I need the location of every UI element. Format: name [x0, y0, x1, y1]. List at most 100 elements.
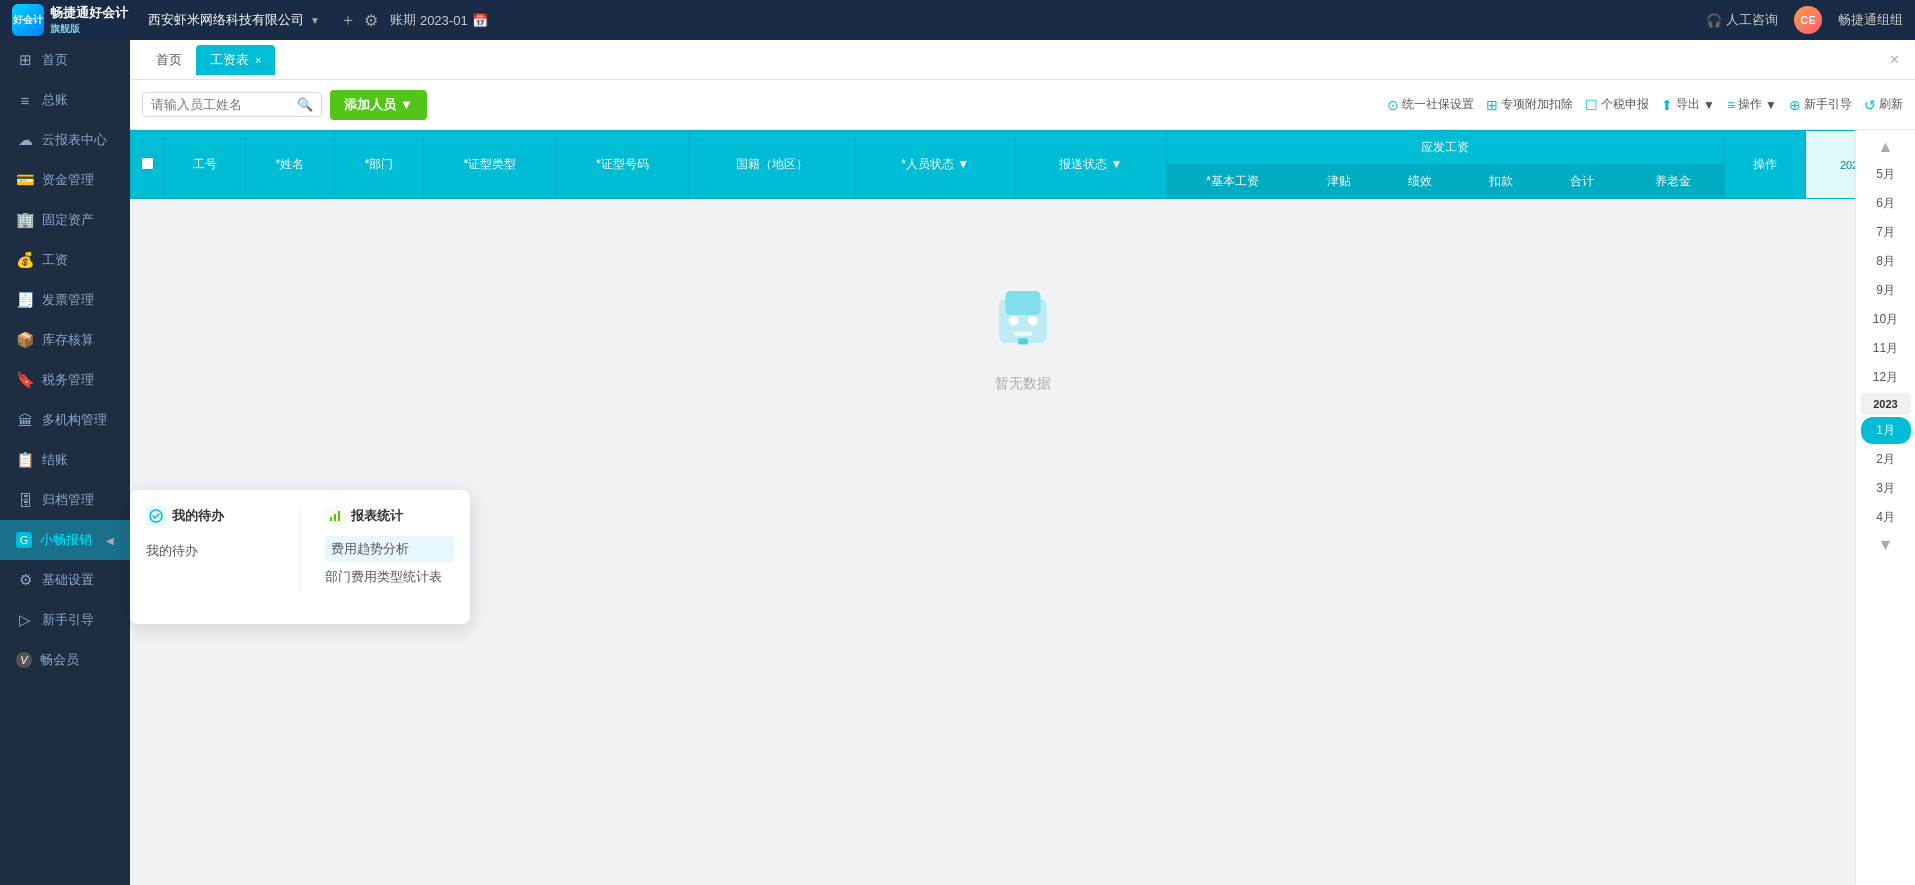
- fixed-asset-icon: 🏢: [16, 211, 34, 229]
- export-action[interactable]: ⬆ 导出 ▼: [1661, 96, 1715, 113]
- toolbar-actions: ⊙ 统一社保设置 ⊞ 专项附加扣除 ☐ 个税申报 ⬆ 导出 ▼: [1387, 96, 1903, 113]
- th-operate: 操作: [1724, 131, 1805, 199]
- month-5[interactable]: 5月: [1861, 161, 1911, 188]
- popup-item-dept-stats[interactable]: 部门费用类型统计表: [325, 562, 455, 592]
- popup-divider: [300, 506, 301, 592]
- sidebar-item-member[interactable]: V 畅会员: [0, 640, 130, 680]
- sidebar-item-xiaochang[interactable]: G 小畅报销 ◀: [0, 520, 130, 560]
- sidebar-item-label: 小畅报销: [40, 531, 92, 549]
- svg-rect-5: [1018, 338, 1028, 344]
- social-insurance-action[interactable]: ⊙ 统一社保设置: [1387, 96, 1474, 113]
- social-insurance-icon: ⊙: [1387, 97, 1399, 113]
- sidebar-item-multi-org[interactable]: 🏛 多机构管理: [0, 400, 130, 440]
- ledger-icon: ≡: [16, 92, 34, 109]
- tax-icon: 🔖: [16, 371, 34, 389]
- month-8[interactable]: 8月: [1861, 248, 1911, 275]
- th-nationality: 国籍（地区）: [688, 131, 855, 199]
- sidebar-item-label: 基础设置: [42, 571, 94, 589]
- th-allowance: 津贴: [1299, 165, 1380, 199]
- search-box[interactable]: 🔍: [142, 92, 322, 117]
- special-deduct-action[interactable]: ⊞ 专项附加扣除: [1486, 96, 1573, 113]
- sidebar-item-label: 多机构管理: [42, 411, 107, 429]
- popup-item-pending[interactable]: 我的待办: [146, 536, 276, 566]
- export-icon: ⬆: [1661, 97, 1673, 113]
- sidebar-item-label: 库存核算: [42, 331, 94, 349]
- sidebar-item-home[interactable]: ⊞ 首页: [0, 40, 130, 80]
- month-4[interactable]: 4月: [1861, 504, 1911, 531]
- th-emp-no: 工号: [165, 131, 246, 199]
- period-area: 账期 2023-01 📅: [390, 11, 488, 29]
- tab-close-icon[interactable]: ×: [255, 54, 261, 66]
- toolbar: 🔍 添加人员 ▼ ⊙ 统一社保设置 ⊞ 专项附加扣除 ☐: [130, 80, 1915, 130]
- add-person-button[interactable]: 添加人员 ▼: [330, 90, 427, 120]
- empty-text: 暂无数据: [995, 375, 1051, 393]
- month-6[interactable]: 6月: [1861, 190, 1911, 217]
- pending-section-icon: [146, 506, 166, 526]
- select-all-checkbox[interactable]: [141, 157, 154, 170]
- th-checkbox[interactable]: [131, 131, 165, 199]
- sidebar-item-label: 新手引导: [42, 611, 94, 629]
- operate-action[interactable]: ≡ 操作 ▼: [1727, 96, 1777, 113]
- top-bar: 好会计 畅捷通好会计 旗舰版 西安虾米网络科技有限公司 ▼ ＋ ⚙ 账期 202…: [0, 0, 1915, 40]
- month-12[interactable]: 12月: [1861, 364, 1911, 391]
- headset-icon: 🎧: [1706, 13, 1722, 28]
- svg-rect-7: [330, 517, 332, 521]
- calendar-icon[interactable]: 📅: [472, 13, 488, 28]
- tax-report-icon: ☐: [1585, 97, 1598, 113]
- sidebar-item-label: 云报表中心: [42, 131, 107, 149]
- sidebar-item-inventory[interactable]: 📦 库存核算: [0, 320, 130, 360]
- settings-icon[interactable]: ⚙: [364, 11, 378, 30]
- content-area: 首页 工资表 × × 🔍 添加人员 ▼: [130, 40, 1915, 885]
- sidebar-item-label: 首页: [42, 51, 68, 69]
- sidebar-item-guide[interactable]: ▷ 新手引导: [0, 600, 130, 640]
- month-up-nav[interactable]: ▲: [1874, 134, 1898, 160]
- export-label: 导出: [1676, 96, 1700, 113]
- sidebar-item-archive[interactable]: 🗄 归档管理: [0, 480, 130, 520]
- th-report-status: 报送状态 ▼: [1015, 131, 1166, 199]
- archive-icon: 🗄: [16, 492, 34, 509]
- report-section-icon: [325, 506, 345, 526]
- new-guide-action[interactable]: ⊕ 新手引导: [1789, 96, 1852, 113]
- sidebar-item-label: 结账: [42, 451, 68, 469]
- month-7[interactable]: 7月: [1861, 219, 1911, 246]
- svg-rect-1: [1005, 291, 1040, 315]
- sidebar-item-basic[interactable]: ⚙ 基础设置: [0, 560, 130, 600]
- service-button[interactable]: 🎧 人工咨询: [1706, 11, 1778, 29]
- logo-sub: 旗舰版: [50, 22, 128, 36]
- month-9[interactable]: 9月: [1861, 277, 1911, 304]
- tab-home-label: 首页: [156, 52, 182, 67]
- month-1[interactable]: 1月: [1861, 417, 1911, 444]
- company-selector[interactable]: 西安虾米网络科技有限公司 ▼: [148, 11, 320, 29]
- month-11[interactable]: 11月: [1861, 335, 1911, 362]
- add-company-button[interactable]: ＋: [340, 10, 356, 31]
- home-icon: ⊞: [16, 51, 34, 69]
- month-3[interactable]: 3月: [1861, 475, 1911, 502]
- sidebar-item-fund[interactable]: 💳 资金管理: [0, 160, 130, 200]
- tax-report-action[interactable]: ☐ 个税申报: [1585, 96, 1649, 113]
- tab-bar-close-button[interactable]: ×: [1886, 47, 1903, 73]
- sidebar-item-label: 归档管理: [42, 491, 94, 509]
- sidebar-item-cloud-report[interactable]: ☁ 云报表中心: [0, 120, 130, 160]
- popup-section-report: 报表统计 费用趋势分析 部门费用类型统计表: [325, 506, 455, 592]
- main-area: ⊞ 首页 ≡ 总账 ☁ 云报表中心 💳 资金管理 🏢 固定资产 💰 工资: [0, 40, 1915, 885]
- search-input[interactable]: [151, 97, 291, 112]
- sidebar-item-fixed-asset[interactable]: 🏢 固定资产: [0, 200, 130, 240]
- add-person-label: 添加人员: [344, 96, 396, 114]
- chevron-down-icon: ▼: [310, 15, 320, 26]
- tab-home[interactable]: 首页: [142, 45, 196, 75]
- month-down-nav[interactable]: ▼: [1874, 532, 1898, 558]
- sidebar-item-ledger[interactable]: ≡ 总账: [0, 80, 130, 120]
- year-2023-label: 2023: [1861, 393, 1911, 415]
- month-2[interactable]: 2月: [1861, 446, 1911, 473]
- tab-salary[interactable]: 工资表 ×: [196, 45, 275, 75]
- th-performance: 绩效: [1380, 165, 1461, 199]
- empty-state: 暂无数据: [130, 199, 1915, 473]
- refresh-action[interactable]: ↺ 刷新: [1864, 96, 1903, 113]
- month-10[interactable]: 10月: [1861, 306, 1911, 333]
- sidebar-item-tax[interactable]: 🔖 税务管理: [0, 360, 130, 400]
- avatar: CE: [1794, 6, 1822, 34]
- sidebar-item-closing[interactable]: 📋 结账: [0, 440, 130, 480]
- sidebar-item-salary[interactable]: 💰 工资: [0, 240, 130, 280]
- popup-item-trend[interactable]: 费用趋势分析: [325, 536, 455, 562]
- sidebar-item-invoice[interactable]: 🧾 发票管理: [0, 280, 130, 320]
